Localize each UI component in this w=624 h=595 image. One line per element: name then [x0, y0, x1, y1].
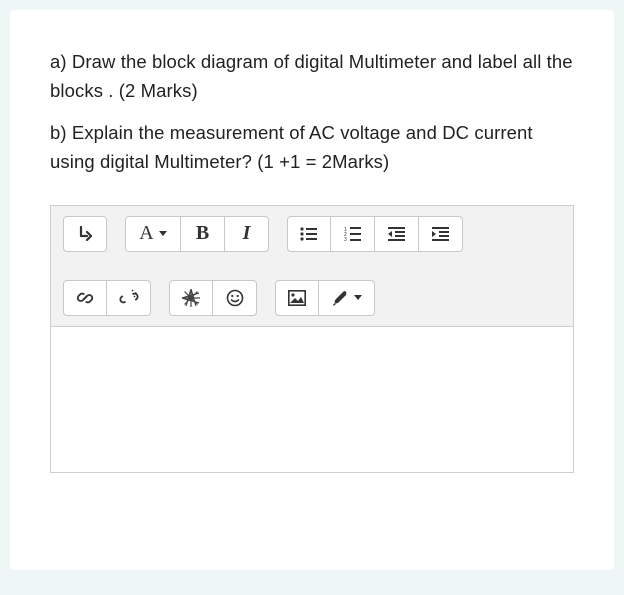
emoji-icon: [226, 289, 244, 307]
image-button[interactable]: [275, 280, 319, 316]
indent-icon: [432, 226, 450, 242]
special-char-icon: [182, 289, 200, 307]
bullet-list-button[interactable]: [287, 216, 331, 252]
bullet-list-icon: [300, 226, 318, 242]
list-group: 1 2 3: [287, 216, 463, 252]
italic-button[interactable]: I: [225, 216, 269, 252]
image-icon: [288, 290, 306, 306]
indent-button[interactable]: [419, 216, 463, 252]
brush-icon: [331, 289, 349, 307]
link-group: [63, 280, 151, 316]
special-char-button[interactable]: [169, 280, 213, 316]
svg-text:3: 3: [344, 237, 347, 242]
editor-toolbar: A B I: [51, 206, 573, 327]
editor-content-area[interactable]: [51, 327, 573, 472]
font-family-button[interactable]: A: [125, 216, 181, 252]
numbered-list-icon: 1 2 3: [344, 226, 362, 242]
rich-text-editor: A B I: [50, 205, 574, 473]
question-card: a) Draw the block diagram of digital Mul…: [10, 10, 614, 570]
paragraph-group: [63, 216, 107, 252]
link-icon: [76, 290, 94, 306]
bold-button[interactable]: B: [181, 216, 225, 252]
question-text: a) Draw the block diagram of digital Mul…: [50, 48, 574, 177]
question-part-b: b) Explain the measurement of AC voltage…: [50, 119, 574, 176]
outdent-icon: [388, 226, 406, 242]
paragraph-format-button[interactable]: [63, 216, 107, 252]
link-button[interactable]: [63, 280, 107, 316]
bold-label: B: [196, 222, 209, 245]
unlink-button[interactable]: [107, 280, 151, 316]
font-style-group: A B I: [125, 216, 269, 252]
insert-group: [169, 280, 257, 316]
unlink-icon: [119, 289, 139, 307]
paragraph-icon: [78, 225, 92, 243]
emoji-button[interactable]: [213, 280, 257, 316]
media-group: [275, 280, 375, 316]
question-part-a: a) Draw the block diagram of digital Mul…: [50, 48, 574, 105]
italic-label: I: [243, 222, 251, 245]
outdent-button[interactable]: [375, 216, 419, 252]
numbered-list-button[interactable]: 1 2 3: [331, 216, 375, 252]
font-label: A: [139, 222, 153, 245]
brush-button[interactable]: [319, 280, 375, 316]
